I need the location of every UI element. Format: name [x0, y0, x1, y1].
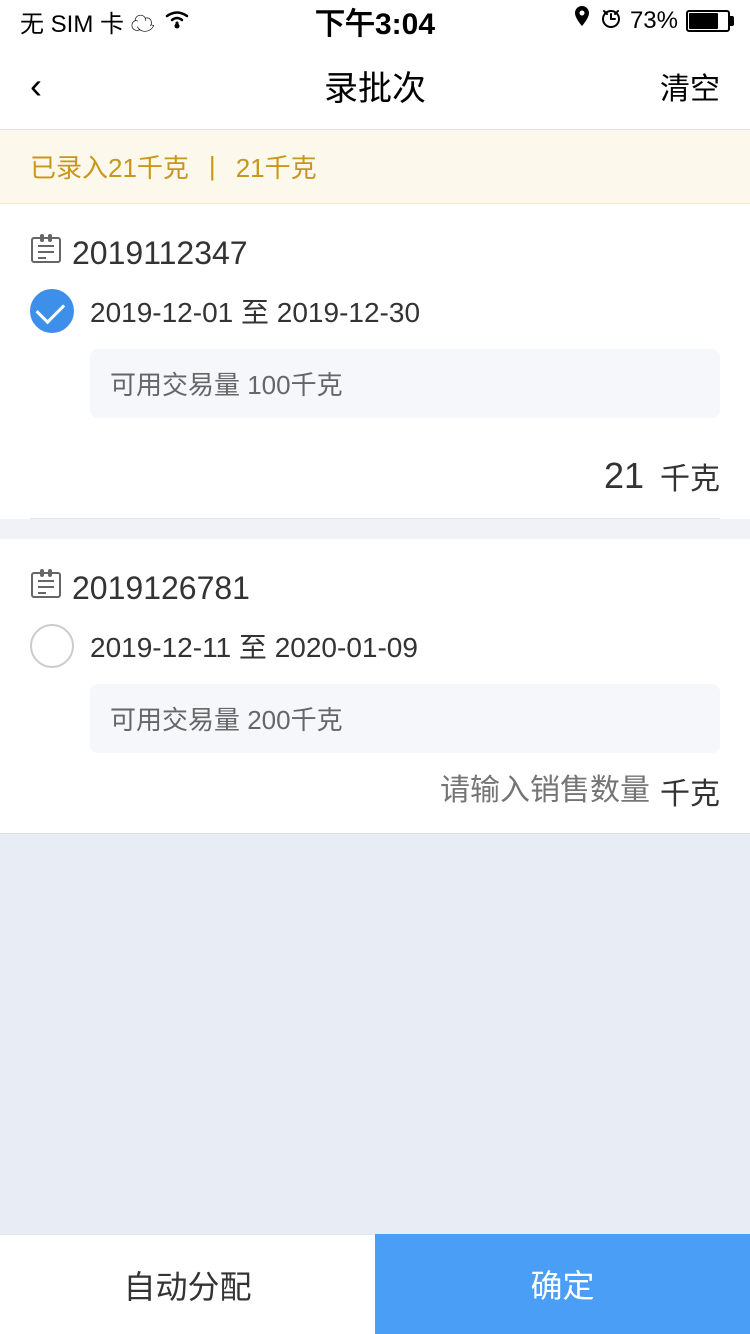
info-divider: | [209, 151, 216, 182]
status-left: 无 SIM 卡 ☁ [20, 4, 191, 39]
batch1-qty-unit: 千克 [660, 454, 720, 498]
batch2-qty-unit: 千克 [660, 769, 720, 813]
alarm-icon [600, 7, 622, 36]
batch2-radio[interactable] [30, 624, 74, 668]
batch1-qty-value: 21 [604, 455, 644, 497]
batch2-header: 2019126781 [30, 569, 720, 608]
batch1-date-row[interactable]: 2019-12-01 至 2019-12-30 [30, 289, 720, 333]
batch1-icon [30, 234, 62, 273]
batch1-date: 2019-12-01 至 2019-12-30 [90, 291, 420, 331]
batch2-id: 2019126781 [72, 570, 250, 607]
batch2-date: 2019-12-11 至 2020-01-09 [90, 626, 418, 666]
clear-button[interactable]: 清空 [660, 64, 720, 108]
batch-card-2: 2019126781 2019-12-11 至 2020-01-09 可用交易量… [0, 539, 750, 834]
batch2-icon [30, 569, 62, 608]
status-right: 73% [572, 6, 730, 37]
battery-icon [686, 10, 730, 32]
battery-percent: 73% [630, 7, 678, 35]
status-time: 下午3:04 [315, 0, 435, 43]
batch1-header: 2019112347 [30, 234, 720, 273]
bottom-bar: 自动分配 确定 [0, 1234, 750, 1334]
section-divider-1 [0, 519, 750, 539]
auto-distribute-button[interactable]: 自动分配 [0, 1234, 375, 1334]
location-icon [572, 6, 592, 37]
info-banner: 已录入21千克 | 21千克 [0, 130, 750, 204]
nav-bar: ‹ 录批次 清空 [0, 42, 750, 130]
page-title: 录批次 [324, 61, 426, 110]
batch1-radio[interactable] [30, 289, 74, 333]
batch2-date-row[interactable]: 2019-12-11 至 2020-01-09 [30, 624, 720, 668]
batch2-input-row[interactable]: 千克 [0, 769, 750, 834]
recorded-label: 已录入21千克 [30, 148, 189, 185]
sim-label: 无 SIM 卡 ☁ [20, 4, 155, 39]
batch1-qty-text: 可用交易量 100千克 [110, 370, 343, 400]
info-value: 21千克 [236, 148, 317, 185]
empty-area [0, 834, 750, 1234]
back-button[interactable]: ‹ [30, 65, 90, 107]
confirm-button[interactable]: 确定 [375, 1234, 750, 1334]
batch1-available-qty: 可用交易量 100千克 [90, 349, 720, 418]
batch1-id: 2019112347 [72, 235, 248, 272]
batch2-qty-input[interactable] [30, 774, 650, 808]
batch1-qty-row: 21 千克 [30, 434, 720, 519]
batch2-available-qty: 可用交易量 200千克 [90, 684, 720, 753]
batch-card-1: 2019112347 2019-12-01 至 2019-12-30 可用交易量… [0, 204, 750, 519]
status-bar: 无 SIM 卡 ☁ 下午3:04 73% [0, 0, 750, 42]
batch2-qty-text: 可用交易量 200千克 [110, 705, 343, 735]
wifi-icon [163, 7, 191, 36]
